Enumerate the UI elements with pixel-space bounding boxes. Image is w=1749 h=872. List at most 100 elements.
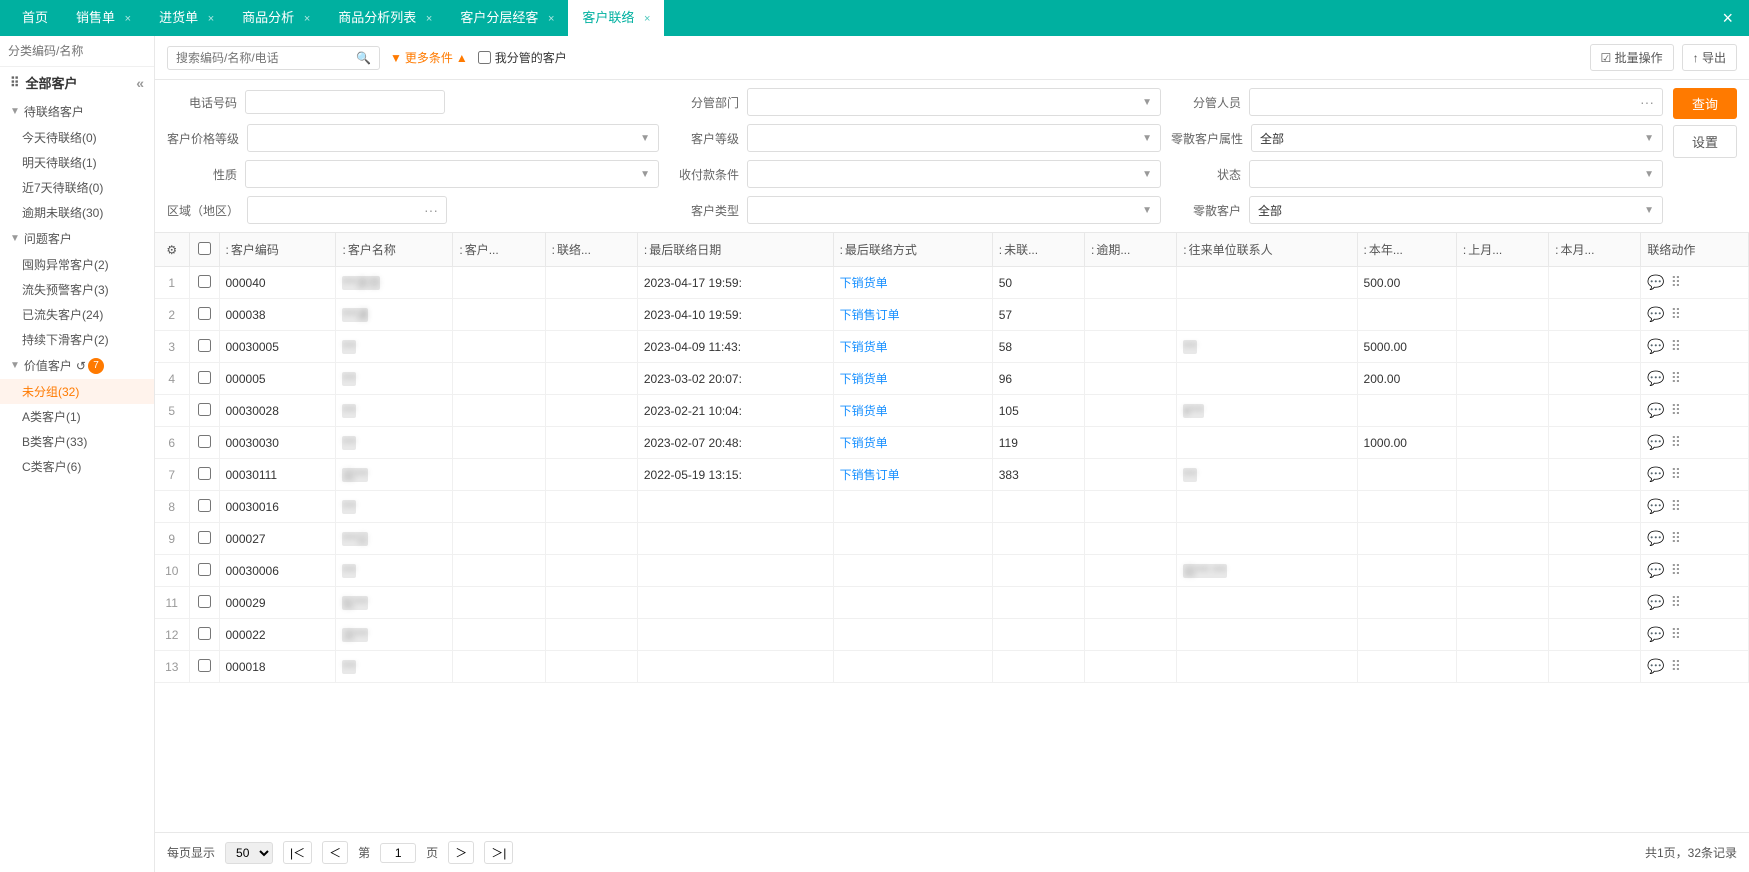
nav-customer-contact[interactable]: 客户联络 ×	[568, 0, 664, 36]
grid-action-icon[interactable]: ⠿	[1671, 434, 1681, 451]
my-customers-check[interactable]	[478, 51, 491, 64]
sidebar-item-7days[interactable]: 近7天待联络(0)	[0, 175, 154, 200]
col-type[interactable]: : 客户...	[453, 233, 545, 267]
sidebar-item-unclassified[interactable]: 未分组(32)	[0, 379, 154, 404]
reset-button[interactable]: 设置	[1673, 125, 1737, 158]
sidebar-item-abnormal[interactable]: 囤购异常客户(2)	[0, 252, 154, 277]
row-checkbox[interactable]	[189, 459, 219, 491]
row-last-method[interactable]	[833, 651, 992, 683]
col-this-year[interactable]: : 本年...	[1357, 233, 1456, 267]
close-analysis-tab[interactable]: ×	[304, 13, 310, 25]
col-checkbox[interactable]	[189, 233, 219, 267]
price-level-select[interactable]: ▼	[247, 124, 659, 152]
status-select[interactable]: ▼	[1249, 160, 1663, 188]
my-customers-checkbox[interactable]: 我分管的客户	[478, 49, 567, 66]
chat-icon[interactable]: 💬	[1647, 306, 1664, 323]
nav-purchase[interactable]: 进货单 ×	[145, 0, 228, 36]
grid-action-icon[interactable]: ⠿	[1671, 466, 1681, 483]
col-settings[interactable]: ⚙	[155, 233, 189, 267]
chat-icon[interactable]: 💬	[1647, 530, 1664, 547]
nav-home[interactable]: 首页	[8, 0, 62, 36]
row-last-method[interactable]	[833, 555, 992, 587]
row-last-method[interactable]: 下销售订单	[833, 299, 992, 331]
col-overdue[interactable]: : 逾期...	[1084, 233, 1176, 267]
row-last-method[interactable]	[833, 619, 992, 651]
sidebar-search-input[interactable]	[8, 44, 155, 58]
grid-action-icon[interactable]: ⠿	[1671, 530, 1681, 547]
query-button[interactable]: 查询	[1673, 88, 1737, 119]
customer-level-select[interactable]: ▼	[747, 124, 1161, 152]
manager-select[interactable]: ···	[1249, 88, 1663, 116]
batch-operation-button[interactable]: ☑ 批量操作	[1590, 44, 1674, 71]
row-last-method[interactable]: 下销货单	[833, 331, 992, 363]
sidebar-item-churn-warning[interactable]: 流失预警客户(3)	[0, 277, 154, 302]
row-last-method[interactable]: 下销货单	[833, 267, 992, 299]
more-conditions-button[interactable]: ▼ 更多条件 ▲	[390, 49, 468, 66]
grid-action-icon[interactable]: ⠿	[1671, 338, 1681, 355]
grid-action-icon[interactable]: ⠿	[1671, 370, 1681, 387]
row-last-method[interactable]: 下销售订单	[833, 459, 992, 491]
row-checkbox[interactable]	[189, 651, 219, 683]
window-close-button[interactable]: ×	[1714, 8, 1741, 29]
row-checkbox[interactable]	[189, 619, 219, 651]
col-code[interactable]: : 客户编码	[219, 233, 336, 267]
chat-icon[interactable]: 💬	[1647, 658, 1664, 675]
page-size-select[interactable]: 50	[225, 842, 273, 864]
chat-icon[interactable]: 💬	[1647, 370, 1664, 387]
row-last-method[interactable]	[833, 587, 992, 619]
row-checkbox[interactable]	[189, 267, 219, 299]
grid-action-icon[interactable]: ⠿	[1671, 594, 1681, 611]
nav-sales[interactable]: 销售单 ×	[62, 0, 145, 36]
grid-action-icon[interactable]: ⠿	[1671, 306, 1681, 323]
row-checkbox[interactable]	[189, 299, 219, 331]
grid-action-icon[interactable]: ⠿	[1671, 626, 1681, 643]
grid-action-icon[interactable]: ⠿	[1671, 402, 1681, 419]
nav-product-list[interactable]: 商品分析列表 ×	[324, 0, 446, 36]
chat-icon[interactable]: 💬	[1647, 338, 1664, 355]
grid-action-icon[interactable]: ⠿	[1671, 498, 1681, 515]
col-last-method[interactable]: : 最后联络方式	[833, 233, 992, 267]
sidebar-item-overdue[interactable]: 逾期未联络(30)	[0, 200, 154, 225]
row-last-method[interactable]	[833, 523, 992, 555]
scatter-attr-select[interactable]: 全部 ▼	[1251, 124, 1663, 152]
row-checkbox[interactable]	[189, 427, 219, 459]
close-list-tab[interactable]: ×	[426, 13, 432, 25]
chat-icon[interactable]: 💬	[1647, 434, 1664, 451]
payment-select[interactable]: ▼	[747, 160, 1161, 188]
row-checkbox[interactable]	[189, 555, 219, 587]
col-unliaised[interactable]: : 未联...	[992, 233, 1084, 267]
chat-icon[interactable]: 💬	[1647, 498, 1664, 515]
sidebar-item-class-a[interactable]: A类客户(1)	[0, 404, 154, 429]
sidebar-item-churned[interactable]: 已流失客户(24)	[0, 302, 154, 327]
close-segment-tab[interactable]: ×	[548, 13, 554, 25]
row-checkbox[interactable]	[189, 523, 219, 555]
phone-input[interactable]	[245, 90, 445, 114]
search-icon[interactable]: 🔍	[356, 51, 371, 65]
row-last-method[interactable]: 下销货单	[833, 363, 992, 395]
chat-icon[interactable]: 💬	[1647, 402, 1664, 419]
close-purchase-tab[interactable]: ×	[208, 13, 214, 25]
sidebar-group-problem-title[interactable]: ▼ 问题客户	[0, 225, 154, 252]
sidebar-group-pending-title[interactable]: ▼ 待联络客户	[0, 98, 154, 125]
row-checkbox[interactable]	[189, 491, 219, 523]
chat-icon[interactable]: 💬	[1647, 274, 1664, 291]
grid-action-icon[interactable]: ⠿	[1671, 658, 1681, 675]
customer-type-select[interactable]: ▼	[747, 196, 1161, 224]
row-last-method[interactable]: 下销货单	[833, 427, 992, 459]
last-page-button[interactable]: ＞|	[484, 841, 513, 864]
sidebar-item-class-b[interactable]: B类客户(33)	[0, 429, 154, 454]
first-page-button[interactable]: |＜	[283, 841, 312, 864]
chat-icon[interactable]: 💬	[1647, 626, 1664, 643]
row-checkbox[interactable]	[189, 395, 219, 427]
row-checkbox[interactable]	[189, 587, 219, 619]
select-all-checkbox[interactable]	[198, 242, 211, 255]
sidebar-group-value-title[interactable]: ▼ 价值客户 ↺ 7	[0, 352, 154, 379]
nature-select[interactable]: ▼	[245, 160, 659, 188]
search-input[interactable]	[176, 51, 356, 65]
value-refresh-icon[interactable]: ↺	[76, 359, 86, 373]
sidebar-item-tomorrow[interactable]: 明天待联络(1)	[0, 150, 154, 175]
row-last-method[interactable]: 下销货单	[833, 395, 992, 427]
sidebar-collapse-icon[interactable]: «	[136, 75, 144, 91]
export-button[interactable]: ↑ 导出	[1682, 44, 1737, 71]
prev-page-button[interactable]: ＜	[322, 841, 348, 864]
